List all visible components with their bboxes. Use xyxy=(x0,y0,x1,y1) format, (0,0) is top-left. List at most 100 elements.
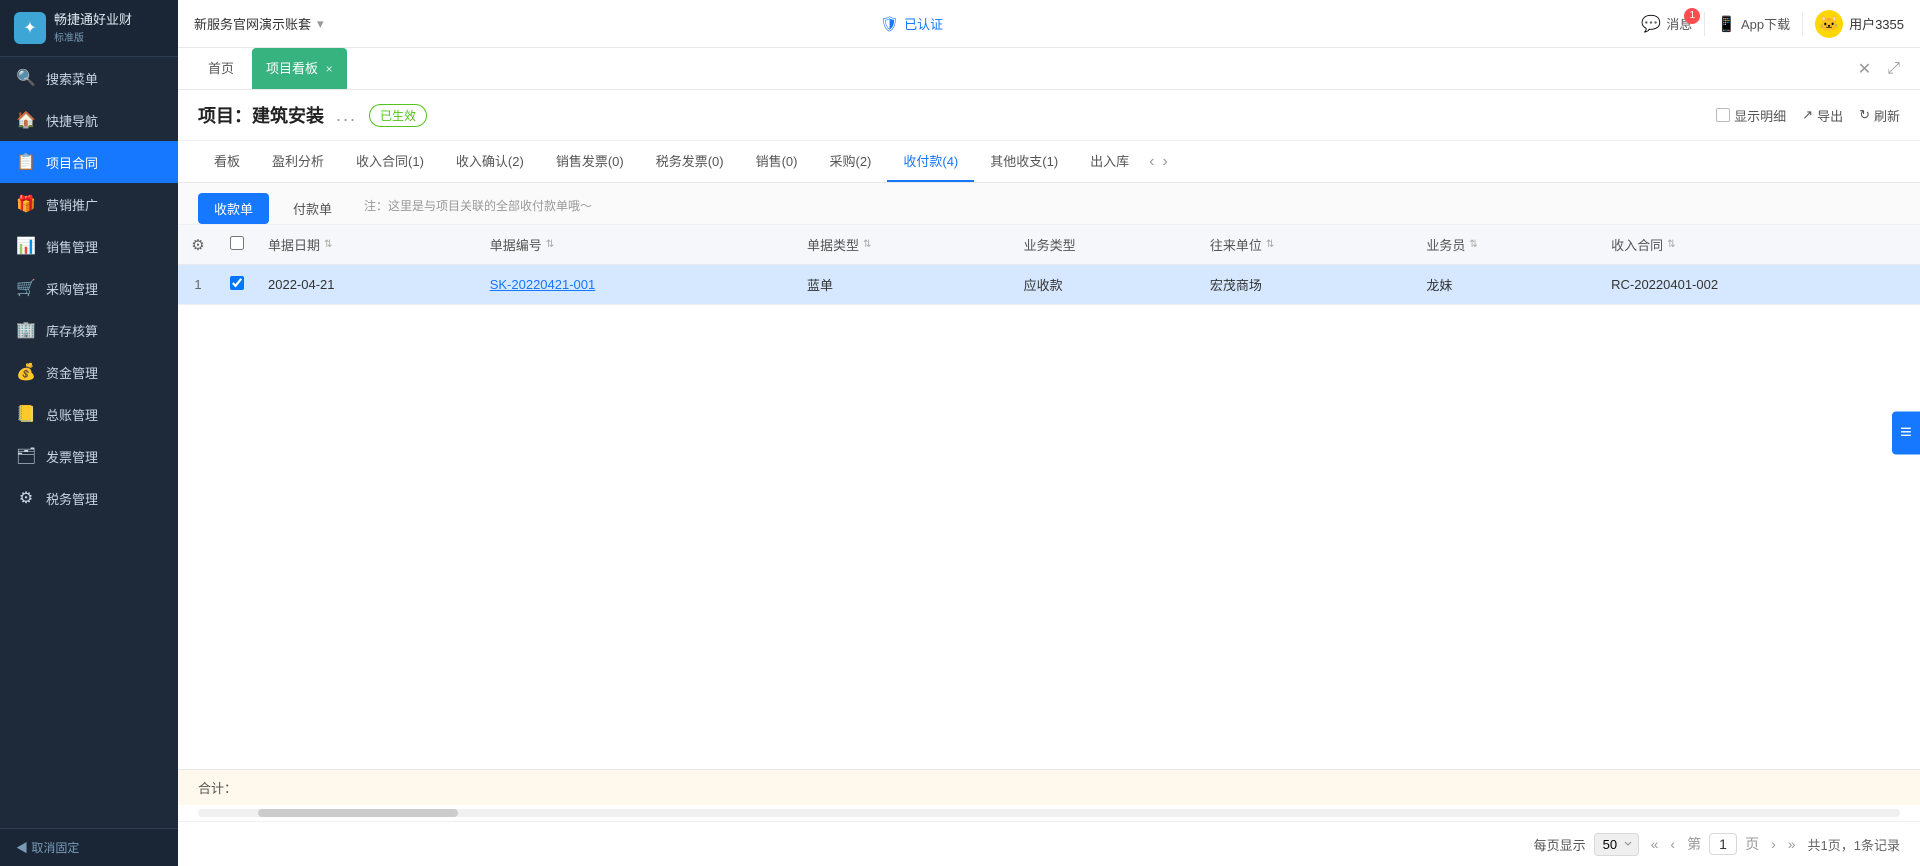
subtab-collection[interactable]: 收付款(4) xyxy=(887,141,974,182)
sidebar-label-purchase: 采购管理 xyxy=(46,279,98,298)
select-all-checkbox[interactable] xyxy=(230,236,244,250)
subtab-profit[interactable]: 盈利分析 xyxy=(256,141,340,182)
sidebar-label-finance: 资金管理 xyxy=(46,363,98,382)
table-footer: 合计： xyxy=(178,769,1920,805)
row-checkbox[interactable] xyxy=(230,276,244,290)
sidebar-item-sales[interactable]: 📊 销售管理 xyxy=(0,225,178,267)
tax-icon: ⚙ xyxy=(16,488,36,508)
col-partner-sort-icon[interactable]: ⇅ xyxy=(1266,239,1274,250)
sidebar-item-invoice[interactable]: 🗂 发票管理 xyxy=(0,435,178,477)
next-page-button[interactable]: › xyxy=(1767,834,1780,854)
inventory-icon: 🏢 xyxy=(16,320,36,340)
page-nav: « ‹ 第 1 页 › » xyxy=(1647,832,1800,856)
row-number-link[interactable]: SK-20220421-001 xyxy=(490,277,596,292)
subtab-purchase-label: 采购(2) xyxy=(829,154,871,169)
sidebar-item-quick[interactable]: 🏠 快捷导航 xyxy=(0,99,178,141)
app-download-button[interactable]: 📱 App下载 xyxy=(1717,14,1790,33)
column-income-contract: 收入合同 ⇅ xyxy=(1599,225,1920,265)
tab-close-window-icon[interactable]: ✕ xyxy=(1854,55,1875,83)
subtab-next-icon[interactable]: › xyxy=(1159,147,1172,177)
prev-page-button[interactable]: ‹ xyxy=(1666,834,1679,854)
sidebar: ✦ 畅捷通好业财 标准版 🔍 搜索菜单 🏠 快捷导航 📋 项目合同 🎁 营销推广… xyxy=(0,0,178,866)
topbar-project: 新服务官网演示账套 ▾ xyxy=(194,14,868,33)
subtab-purchase[interactable]: 采购(2) xyxy=(813,141,887,182)
sidebar-item-marketing[interactable]: 🎁 营销推广 xyxy=(0,183,178,225)
sidebar-label-contract: 项目合同 xyxy=(46,153,98,172)
tab-project-board[interactable]: 项目看板 × xyxy=(252,48,347,89)
sidebar-item-purchase[interactable]: 🛒 采购管理 xyxy=(0,267,178,309)
marketing-icon: 🎁 xyxy=(16,194,36,214)
sidebar-item-search[interactable]: 🔍 搜索菜单 xyxy=(0,57,178,99)
home-icon: 🏠 xyxy=(16,110,36,130)
tab-expand-icon[interactable]: ⤢ xyxy=(1883,56,1904,82)
show-detail-checkbox[interactable]: 显示明细 xyxy=(1716,106,1786,125)
subtab-sales[interactable]: 销售(0) xyxy=(740,141,814,182)
unpin-button[interactable]: ◀ 取消固定 xyxy=(0,828,178,866)
collection-tab[interactable]: 收款单 xyxy=(198,193,269,224)
subtab-profit-label: 盈利分析 xyxy=(272,154,324,169)
topbar: 新服务官网演示账套 ▾ 🛡 已认证 💬 消息 1 📱 App下载 🐱 用户335… xyxy=(178,0,1920,48)
col-income-contract-sort-icon[interactable]: ⇅ xyxy=(1667,239,1675,250)
payment-tab[interactable]: 付款单 xyxy=(277,193,348,224)
show-detail-label: 显示明细 xyxy=(1734,106,1786,125)
gear-icon[interactable]: ⚙ xyxy=(191,237,204,254)
column-salesman: 业务员 ⇅ xyxy=(1414,225,1599,265)
row-num: 1 xyxy=(178,265,218,305)
divider-1 xyxy=(1704,12,1705,36)
subtab-other-income[interactable]: 其他收支(1) xyxy=(974,141,1074,182)
sidebar-label-invoice: 发票管理 xyxy=(46,447,98,466)
row-salesman: 龙妹 xyxy=(1414,265,1599,305)
subtab-sales-invoice[interactable]: 销售发票(0) xyxy=(540,141,640,182)
col-type-sort-icon[interactable]: ⇅ xyxy=(863,239,871,250)
row-checkbox-cell xyxy=(218,265,256,305)
user-area[interactable]: 🐱 用户3355 xyxy=(1815,10,1904,38)
export-button[interactable]: ↗ 导出 xyxy=(1802,106,1843,125)
page-suffix: 页 xyxy=(1741,832,1763,856)
table-row[interactable]: 1 2022-04-21 SK-20220421-001 蓝单 应收款 宏茂商场… xyxy=(178,265,1920,305)
column-number: 单据编号 ⇅ xyxy=(478,225,795,265)
col-partner-label: 往来单位 xyxy=(1210,235,1262,254)
float-action-button[interactable]: ≡ xyxy=(1892,412,1920,455)
col-salesman-label: 业务员 xyxy=(1426,235,1465,254)
sidebar-item-ledger[interactable]: 📒 总账管理 xyxy=(0,393,178,435)
col-date-sort-icon[interactable]: ⇅ xyxy=(324,239,332,250)
subtab-prev-icon[interactable]: ‹ xyxy=(1145,147,1158,177)
current-page-display: 1 xyxy=(1709,833,1737,855)
row-biz-type: 应收款 xyxy=(1012,265,1198,305)
first-page-button[interactable]: « xyxy=(1647,834,1663,854)
refresh-label: 刷新 xyxy=(1874,106,1900,125)
export-icon: ↗ xyxy=(1802,107,1813,123)
table-scrollbar[interactable] xyxy=(198,809,1900,817)
sidebar-scroll: 🔍 搜索菜单 🏠 快捷导航 📋 项目合同 🎁 营销推广 📊 销售管理 🛒 采购管… xyxy=(0,57,178,828)
refresh-button[interactable]: ↻ 刷新 xyxy=(1859,106,1900,125)
subtab-tax-invoice[interactable]: 税务发票(0) xyxy=(640,141,740,182)
sidebar-label-tax: 税务管理 xyxy=(46,489,98,508)
col-number-sort-icon[interactable]: ⇅ xyxy=(546,239,554,250)
tabbar: 首页 项目看板 × ✕ ⤢ xyxy=(178,48,1920,90)
subtab-income-contract[interactable]: 收入合同(1) xyxy=(340,141,440,182)
col-salesman-sort-icon[interactable]: ⇅ xyxy=(1469,239,1477,250)
project-chevron-icon[interactable]: ▾ xyxy=(317,16,324,32)
logo-icon: ✦ xyxy=(14,12,46,44)
sidebar-label-search: 搜索菜单 xyxy=(46,69,98,88)
sidebar-logo: ✦ 畅捷通好业财 标准版 xyxy=(0,0,178,57)
message-button[interactable]: 💬 消息 1 xyxy=(1641,14,1692,34)
topbar-certified: 🛡 已认证 xyxy=(880,14,943,33)
tab-home[interactable]: 首页 xyxy=(194,48,248,89)
tab-controls: ✕ ⤢ xyxy=(1854,55,1904,83)
project-more-button[interactable]: ... xyxy=(336,105,357,126)
subtab-income-confirm[interactable]: 收入确认(2) xyxy=(440,141,540,182)
row-date: 2022-04-21 xyxy=(256,265,478,305)
sidebar-item-inventory[interactable]: 🏢 库存核算 xyxy=(0,309,178,351)
sidebar-item-finance[interactable]: 💰 资金管理 xyxy=(0,351,178,393)
data-table: ⚙ 单据日期 ⇅ 单据编号 xyxy=(178,225,1920,305)
last-page-button[interactable]: » xyxy=(1784,834,1800,854)
subtab-inout[interactable]: 出入库 xyxy=(1074,141,1145,182)
sidebar-item-tax[interactable]: ⚙ 税务管理 xyxy=(0,477,178,519)
tab-close-icon[interactable]: × xyxy=(326,62,333,76)
project-header: 项目：建筑安装 ... 已生效 显示明细 ↗ 导出 ↻ 刷新 xyxy=(178,90,1920,141)
subtab-kanban[interactable]: 看板 xyxy=(198,141,256,182)
column-partner: 往来单位 ⇅ xyxy=(1198,225,1415,265)
per-page-select[interactable]: 50 xyxy=(1594,833,1639,856)
sidebar-item-contract[interactable]: 📋 项目合同 xyxy=(0,141,178,183)
